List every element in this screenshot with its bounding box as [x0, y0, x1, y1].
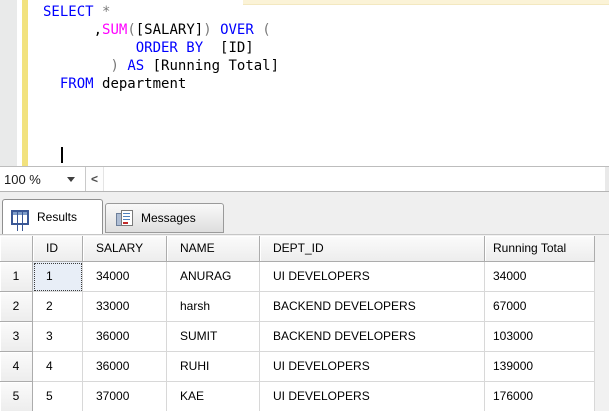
zoom-level-value: 100 %	[4, 171, 41, 187]
grid-cell[interactable]: UI DEVELOPERS	[260, 382, 485, 411]
horizontal-scrollbar[interactable]: <	[85, 167, 609, 191]
grid-cell[interactable]: 3	[33, 322, 83, 352]
code-line[interactable]	[43, 129, 279, 147]
sql-editor[interactable]: SELECT * ,SUM([SALARY]) OVER ( ORDER BY …	[0, 0, 609, 166]
editor-status-row: 100 % <	[0, 166, 609, 192]
grid-cell[interactable]: BACKEND DEVELOPERS	[260, 292, 485, 322]
code-line[interactable]: ,SUM([SALARY]) OVER (	[43, 21, 279, 39]
tab-results[interactable]: Results	[2, 199, 103, 234]
grid-cell[interactable]: 67000	[485, 292, 595, 322]
grid-cell[interactable]: UI DEVELOPERS	[260, 352, 485, 382]
grid-cell[interactable]: RUHI	[167, 352, 260, 382]
grid-cell[interactable]: harsh	[167, 292, 260, 322]
text-cursor-caret	[61, 147, 63, 163]
table-row: 5 5 37000 KAE UI DEVELOPERS 176000	[0, 382, 595, 411]
row-number-cell[interactable]: 1	[0, 262, 33, 292]
code-line[interactable]: ) AS [Running Total]	[43, 57, 279, 75]
grid-cell[interactable]: 36000	[83, 352, 167, 382]
row-number-cell[interactable]: 4	[0, 352, 33, 382]
tab-messages[interactable]: Messages	[105, 203, 224, 233]
grid-cell[interactable]: KAE	[167, 382, 260, 411]
grid-header-cell[interactable]: NAME	[167, 236, 260, 262]
table-row: 3 3 36000 SUMIT BACKEND DEVELOPERS 103000	[0, 322, 595, 352]
grid-header-cell[interactable]: ID	[33, 236, 83, 262]
grid-cell[interactable]: 37000	[83, 382, 167, 411]
zoom-dropdown-arrow-icon	[66, 176, 75, 182]
highlight-strip	[243, 0, 609, 5]
code-line[interactable]: ORDER BY [ID]	[43, 39, 279, 57]
scrollbar-corner	[605, 167, 609, 191]
grid-cell[interactable]: ANURAG	[167, 262, 260, 292]
grid-header-cell[interactable]: DEPT_ID	[260, 236, 485, 262]
grid-header-cell[interactable]: Running Total	[485, 236, 595, 262]
row-number-cell[interactable]: 3	[0, 322, 33, 352]
results-grid-table: ID SALARY NAME DEPT_ID Running Total 1 1 34000…	[0, 236, 595, 411]
grid-cell[interactable]: BACKEND DEVELOPERS	[260, 322, 485, 352]
grid-cell[interactable]: 176000	[485, 382, 595, 411]
grid-cell[interactable]: 4	[33, 352, 83, 382]
tab-results-label: Results	[37, 210, 78, 224]
messages-icon	[116, 210, 133, 226]
editor-selection-margin	[0, 0, 17, 166]
row-number-cell[interactable]: 2	[0, 292, 33, 322]
table-row: 2 2 33000 harsh BACKEND DEVELOPERS 67000	[0, 292, 595, 322]
code-line[interactable]	[43, 111, 279, 129]
grid-cell[interactable]: 36000	[83, 322, 167, 352]
code-line[interactable]: FROM department	[43, 75, 279, 93]
tab-messages-label: Messages	[141, 211, 196, 225]
grid-cell[interactable]: 2	[33, 292, 83, 322]
results-grid-icon	[11, 209, 29, 225]
grid-cell[interactable]: 139000	[485, 352, 595, 382]
code-line[interactable]	[43, 93, 279, 111]
code-lines[interactable]: SELECT * ,SUM([SALARY]) OVER ( ORDER BY …	[43, 3, 279, 165]
scrollbar-track[interactable]	[104, 167, 605, 191]
results-grid: ID SALARY NAME DEPT_ID Running Total 1 1 34000…	[0, 234, 609, 411]
grid-cell[interactable]: 103000	[485, 322, 595, 352]
table-row: 1 1 34000 ANURAG UI DEVELOPERS 34000	[0, 262, 595, 292]
code-line[interactable]: SELECT *	[43, 3, 279, 21]
change-tracking-bar	[22, 0, 28, 166]
grid-cell[interactable]: 34000	[485, 262, 595, 292]
grid-header-row: ID SALARY NAME DEPT_ID Running Total	[0, 236, 595, 262]
grid-cell[interactable]: SUMIT	[167, 322, 260, 352]
grid-cell[interactable]: 5	[33, 382, 83, 411]
grid-cell[interactable]: 1	[33, 262, 83, 292]
grid-cell[interactable]: UI DEVELOPERS	[260, 262, 485, 292]
grid-body: 1 1 34000 ANURAG UI DEVELOPERS 34000 2 2 33000 ha…	[0, 262, 595, 411]
table-row: 4 4 36000 RUHI UI DEVELOPERS 139000	[0, 352, 595, 382]
grid-cell[interactable]: 33000	[83, 292, 167, 322]
row-number-cell[interactable]: 5	[0, 382, 33, 411]
zoom-level-dropdown[interactable]: 100 %	[4, 167, 75, 191]
scroll-left-button[interactable]: <	[86, 167, 104, 191]
code-line[interactable]	[43, 147, 279, 165]
grid-header-cell[interactable]: SALARY	[83, 236, 167, 262]
ssms-query-window: SELECT * ,SUM([SALARY]) OVER ( ORDER BY …	[0, 0, 609, 411]
results-messages-tabstrip: Results Messages	[0, 192, 609, 234]
grid-corner-cell[interactable]	[0, 236, 33, 262]
scroll-left-arrow-icon: <	[90, 172, 98, 186]
grid-cell[interactable]: 34000	[83, 262, 167, 292]
